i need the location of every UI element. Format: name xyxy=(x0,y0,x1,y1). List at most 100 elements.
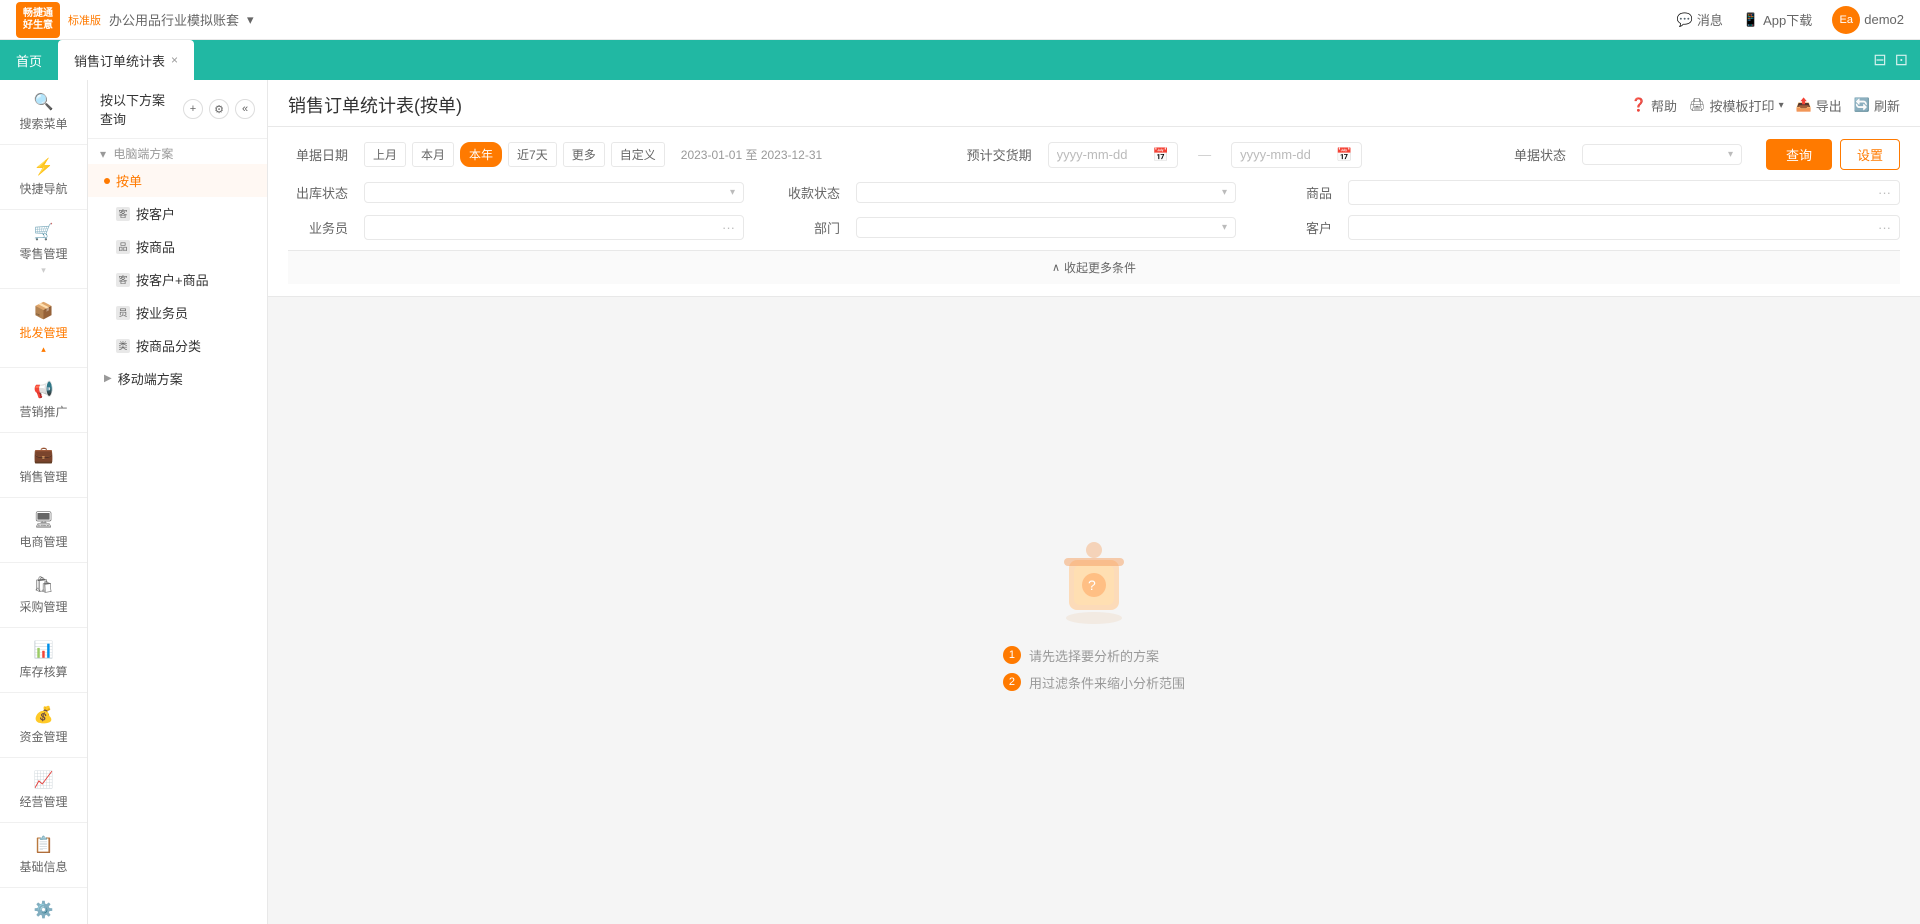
date-btn-this-month[interactable]: 本月 xyxy=(412,142,454,167)
tab-sales-order-label: 销售订单统计表 xyxy=(74,51,165,70)
tree-item-by-salesperson[interactable]: 员 按业务员 xyxy=(88,296,267,329)
basic-icon: 📋 xyxy=(34,835,54,855)
customer-input[interactable] xyxy=(1357,220,1878,235)
app-download-action[interactable]: 📱 App下载 xyxy=(1743,10,1812,29)
salesperson-more-icon[interactable]: ··· xyxy=(722,220,735,235)
left-panel-collapse-btn[interactable]: « xyxy=(235,99,255,119)
dropdown-arrow[interactable]: ▾ xyxy=(247,12,254,28)
hint-text-2: 用过滤条件来缩小分析范围 xyxy=(1029,673,1185,692)
top-bar-left: 畅捷通好生意 标准版 办公用品行业模拟账套 ▾ xyxy=(16,2,254,38)
tree-group-mobile[interactable]: ▶ 移动端方案 xyxy=(88,362,267,395)
salesperson-label: 业务员 xyxy=(288,218,348,237)
avatar: Ea xyxy=(1832,6,1860,34)
sales-icon: 💼 xyxy=(34,445,54,465)
sidebar-item-operations[interactable]: 📈 经营管理 xyxy=(0,758,87,823)
message-label: 消息 xyxy=(1697,10,1723,29)
message-action[interactable]: 💬 消息 xyxy=(1677,10,1723,29)
date-btn-last-7[interactable]: 近7天 xyxy=(508,142,557,167)
shortcut-icon: ⚡ xyxy=(34,157,54,177)
status-chevron-icon: ▾ xyxy=(1728,149,1733,160)
sidebar-item-finance[interactable]: 💰 资金管理 xyxy=(0,693,87,758)
product-input[interactable] xyxy=(1357,185,1878,200)
date-btn-this-year[interactable]: 本年 xyxy=(460,142,502,167)
expected-date-start-input[interactable] xyxy=(1057,147,1153,162)
left-panel-actions: + ⚙ « xyxy=(183,99,255,119)
search-icon: 🔍 xyxy=(34,92,54,112)
tab-close-icon[interactable]: × xyxy=(171,53,178,67)
calendar-end-icon[interactable]: 📅 xyxy=(1336,147,1352,163)
collapse-row[interactable]: ∧ 收起更多条件 xyxy=(288,250,1900,284)
left-panel: 按以下方案查询 + ⚙ « ▾ 电脑端方案 按单 客 按客户 品 按商品 客 按… xyxy=(88,80,268,924)
sidebar-item-marketing[interactable]: 📢 营销推广 xyxy=(0,368,87,433)
refresh-btn[interactable]: 🔄 刷新 xyxy=(1854,96,1900,115)
sidebar-item-system[interactable]: ⚙️ 系统管理 xyxy=(0,888,87,924)
print-btn[interactable]: 🖨 按模板打印 ▾ xyxy=(1689,96,1784,115)
filter-area: 单据日期 上月 本月 本年 近7天 更多 自定义 2023-01-01 至 20… xyxy=(268,127,1920,297)
sidebar-item-retail-label: 零售管理 xyxy=(19,245,67,262)
salesperson-input[interactable] xyxy=(373,220,722,235)
tree-item-by-cust-prod[interactable]: 客 按客户+商品 xyxy=(88,263,267,296)
query-btn[interactable]: 查询 xyxy=(1766,139,1832,170)
tab-sales-order[interactable]: 销售订单统计表 × xyxy=(58,40,194,80)
export-btn[interactable]: 📤 导出 xyxy=(1796,96,1842,115)
date-btn-last-month[interactable]: 上月 xyxy=(364,142,406,167)
help-label: 帮助 xyxy=(1651,96,1677,115)
tab-maximize-btn[interactable]: ⊡ xyxy=(1895,50,1908,70)
page-title: 销售订单统计表(按单) xyxy=(288,92,462,118)
settings-btn[interactable]: 设置 xyxy=(1840,139,1900,170)
sidebar-item-wholesale[interactable]: 📦 批发管理 ▴ xyxy=(0,289,87,368)
tree-item-by-prod-cat[interactable]: 类 按商品分类 xyxy=(88,329,267,362)
delivery-status-select[interactable]: ▾ xyxy=(364,182,744,203)
salesperson-input-wrap: ··· xyxy=(364,215,744,240)
sidebar-item-purchase[interactable]: 🛍 采购管理 xyxy=(0,563,87,628)
date-btn-custom[interactable]: 自定义 xyxy=(611,142,665,167)
tree-item-by-order[interactable]: 按单 xyxy=(88,164,267,197)
refresh-icon: 🔄 xyxy=(1854,97,1870,113)
product-label: 商品 xyxy=(1272,183,1332,202)
expected-date-end-input[interactable] xyxy=(1240,147,1336,162)
sidebar-item-search-label: 搜索菜单 xyxy=(19,115,67,132)
page-header-actions: ❓ 帮助 🖨 按模板打印 ▾ 📤 导出 🔄 刷新 xyxy=(1631,96,1900,115)
tab-home[interactable]: 首页 xyxy=(0,40,58,80)
retail-expand: ▾ xyxy=(41,265,46,276)
help-btn[interactable]: ❓ 帮助 xyxy=(1631,96,1677,115)
sidebar-item-inventory-label: 库存核算 xyxy=(19,663,67,680)
tree-group-mobile-label: 移动端方案 xyxy=(118,369,183,388)
sidebar-item-ecommerce[interactable]: 🖥 电商管理 xyxy=(0,498,87,563)
sidebar-item-basic[interactable]: 📋 基础信息 xyxy=(0,823,87,888)
left-panel-settings-btn[interactable]: ⚙ xyxy=(209,99,229,119)
left-panel-header: 按以下方案查询 + ⚙ « xyxy=(88,80,267,139)
purchase-icon: 🛍 xyxy=(33,575,53,595)
retail-icon: 🛒 xyxy=(34,222,54,242)
tree-item-by-product[interactable]: 品 按商品 xyxy=(88,230,267,263)
tab-bar-right: ⊟ ⊡ xyxy=(1873,50,1920,70)
product-more-icon[interactable]: ··· xyxy=(1878,185,1891,200)
calendar-start-icon[interactable]: 📅 xyxy=(1153,147,1169,163)
tab-minimize-btn[interactable]: ⊟ xyxy=(1873,50,1886,70)
payment-status-select[interactable]: ▾ xyxy=(856,182,1236,203)
sidebar-item-inventory[interactable]: 📊 库存核算 xyxy=(0,628,87,693)
department-select[interactable]: ▾ xyxy=(856,217,1236,238)
user-action[interactable]: Ea demo2 xyxy=(1832,6,1904,34)
date-btn-more[interactable]: 更多 xyxy=(563,142,605,167)
sidebar-item-sales[interactable]: 💼 销售管理 xyxy=(0,433,87,498)
page-header: 销售订单统计表(按单) ❓ 帮助 🖨 按模板打印 ▾ 📤 导出 🔄 刷新 xyxy=(268,80,1920,127)
sidebar: 🔍 搜索菜单 ⚡ 快捷导航 🛒 零售管理 ▾ 📦 批发管理 ▴ 📢 营销推广 💼… xyxy=(0,80,88,924)
date-range-text: 2023-01-01 至 2023-12-31 xyxy=(681,146,822,163)
tree-group-pc-expand[interactable]: ▾ xyxy=(100,147,106,161)
sidebar-item-search[interactable]: 🔍 搜索菜单 xyxy=(0,80,87,145)
left-panel-add-btn[interactable]: + xyxy=(183,99,203,119)
sidebar-item-shortcut[interactable]: ⚡ 快捷导航 xyxy=(0,145,87,210)
status-label: 单据状态 xyxy=(1506,145,1566,164)
empty-illustration: ? xyxy=(1044,530,1144,630)
operations-icon: 📈 xyxy=(34,770,54,790)
date-button-group: 上月 本月 本年 近7天 更多 自定义 xyxy=(364,142,665,167)
filter-row-2: 出库状态 ▾ 收款状态 ▾ 商品 ··· xyxy=(288,180,1900,205)
sidebar-item-retail[interactable]: 🛒 零售管理 ▾ xyxy=(0,210,87,289)
export-label: 导出 xyxy=(1816,96,1842,115)
print-dropdown-icon[interactable]: ▾ xyxy=(1779,100,1784,111)
customer-more-icon[interactable]: ··· xyxy=(1878,220,1891,235)
tree-item-by-customer[interactable]: 客 按客户 xyxy=(88,197,267,230)
status-select[interactable]: ▾ xyxy=(1582,144,1742,165)
empty-hint-2: 2 用过滤条件来缩小分析范围 xyxy=(1003,673,1185,692)
